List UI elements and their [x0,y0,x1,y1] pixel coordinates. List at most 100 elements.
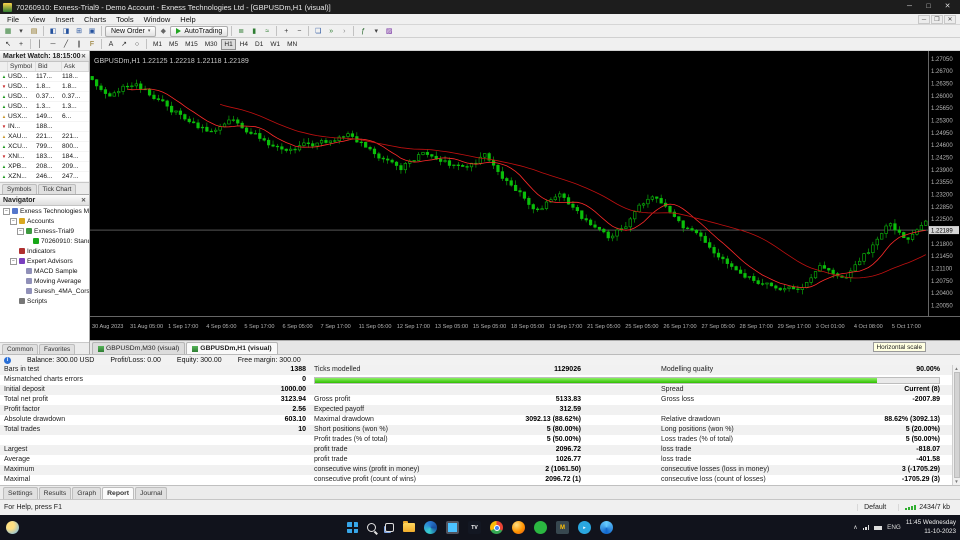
tree-expander-icon[interactable]: − [17,227,24,235]
clock[interactable]: 11:45 Wednesday 11-10-2023 [906,519,956,535]
tree-expander-icon[interactable]: − [3,207,10,215]
scroll-up-icon[interactable]: ▲ [954,366,958,371]
tab-favorites[interactable]: Favorites [38,344,76,354]
maximize-icon[interactable]: □ [919,0,938,14]
minimize-icon[interactable]: ─ [900,0,919,14]
market-watch-row[interactable]: ▲ USD... 117... 118... [0,72,89,82]
child-close-icon[interactable]: ✕ [944,14,956,24]
navigator-toggle-icon[interactable]: ⊞ [73,26,85,37]
ask-column-header[interactable]: Ask [62,62,89,71]
menu-help[interactable]: Help [175,15,200,24]
tester-tab-results[interactable]: Results [38,487,72,499]
start-icon[interactable] [347,522,358,533]
child-minimize-icon[interactable]: ─ [918,14,930,24]
templates-icon[interactable]: ▨ [383,26,395,37]
menu-charts[interactable]: Charts [79,15,111,24]
market-watch-row[interactable]: ▲ USX... 149... 6... [0,112,89,122]
auto-scroll-icon[interactable]: » [325,26,337,37]
market-watch-row[interactable]: ▲ XCU... 799... 800... [0,142,89,152]
widgets-weather-icon[interactable] [6,521,19,534]
market-watch-row[interactable]: ▲ USD... 0.37... 0.37... [0,92,89,102]
menu-insert[interactable]: Insert [50,15,79,24]
menu-tools[interactable]: Tools [111,15,139,24]
chart-tab[interactable]: GBPUSDm,H1 (visual) [186,342,278,354]
tester-tab-report[interactable]: Report [102,487,135,499]
market-watch-row[interactable]: ▲ XAU... 221... 221... [0,132,89,142]
crosshair-tool-icon[interactable]: + [15,39,27,50]
bar-chart-type-icon[interactable]: ≣ [235,26,247,37]
market-watch-row[interactable]: ▼ IN... 188... [0,122,89,132]
terminal-toggle-icon[interactable]: ▣ [86,26,98,37]
task-view-icon[interactable] [385,523,394,532]
profiles-icon[interactable]: ▤ [28,26,40,37]
tradingview-icon[interactable]: TV [468,521,481,534]
timeframe-m5[interactable]: M5 [166,39,181,50]
tray-chevron-icon[interactable]: ∧ [853,524,857,531]
indicators-list-icon[interactable]: ƒ [357,26,369,37]
tester-tab-settings[interactable]: Settings [3,487,38,499]
timeframe-h4[interactable]: H4 [237,39,251,50]
symbol-column-header[interactable]: Symbol [8,62,36,71]
mt4-icon[interactable]: M [556,521,569,534]
navigator-item[interactable]: − Exness Technologies MT4 [0,206,89,216]
search-icon[interactable] [367,523,376,532]
navigator-item[interactable]: Moving Average [0,276,89,286]
autotrading-button[interactable]: AutoTrading [170,25,229,37]
timeframe-m15[interactable]: M15 [182,39,201,50]
market-watch-row[interactable]: ▼ USD... 1.8... 1.8... [0,82,89,92]
chart-tab[interactable]: GBPUSDm,M30 (visual) [92,342,186,354]
chart-canvas[interactable]: 1.20050 1.20400 1.20750 1.21100 1.21450 1.218… [90,51,960,340]
candlestick-chart-type-icon[interactable]: ▮ [248,26,260,37]
file-explorer-icon[interactable] [403,521,415,532]
market-watch-toggle-icon[interactable]: ◧ [47,26,59,37]
price-chart[interactable]: 1.20050 1.20400 1.20750 1.21100 1.21450 1.218… [90,51,960,340]
line-chart-type-icon[interactable]: ≈ [261,26,273,37]
navigator-item[interactable]: Indicators [0,246,89,256]
report-scrollbar[interactable]: ▲ ▼ [952,365,960,485]
market-watch-row[interactable]: ▲ XZN... 246... 247... [0,172,89,182]
battery-icon[interactable] [874,525,883,530]
scroll-thumb[interactable] [953,372,960,478]
metaeditor-icon[interactable]: ◆ [157,26,169,37]
vertical-line-tool-icon[interactable]: │ [34,39,46,50]
navigator-item[interactable]: Scripts [0,296,89,306]
data-window-toggle-icon[interactable]: ◨ [60,26,72,37]
tree-expander-icon[interactable]: − [10,217,17,225]
horizontal-line-tool-icon[interactable]: ─ [47,39,59,50]
status-profile[interactable]: Default [857,504,892,511]
periods-dropdown-icon[interactable]: ▾ [370,26,382,37]
tile-windows-icon[interactable]: ❏ [312,26,324,37]
navigator-item[interactable]: − Expert Advisors [0,256,89,266]
app-window-icon[interactable] [446,521,459,534]
menu-file[interactable]: File [2,15,24,24]
timeframe-w1[interactable]: W1 [267,39,283,50]
whatsapp-icon[interactable] [534,521,547,534]
navigator-item[interactable]: Suresh_4MA_Corssv... [0,286,89,296]
navigator-item[interactable]: − Exness-Trial9 [0,226,89,236]
timeframe-h1[interactable]: H1 [221,38,236,50]
market-watch-row[interactable]: ▲ XPB... 208... 209... [0,162,89,172]
shapes-tool-icon[interactable]: ○ [131,39,143,50]
navigator-close-icon[interactable]: ✕ [81,197,86,204]
navigator-item[interactable]: 70260910: Standa... [0,236,89,246]
menu-view[interactable]: View [24,15,50,24]
chrome-icon[interactable] [490,521,503,534]
tab-tick-chart[interactable]: Tick Chart [37,184,77,194]
network-icon[interactable] [862,525,870,530]
edge-icon[interactable] [424,521,437,534]
menu-window[interactable]: Window [139,15,176,24]
channel-tool-icon[interactable]: ∥ [73,39,85,50]
new-order-button[interactable]: New Order ▾ [105,25,157,37]
tester-tab-graph[interactable]: Graph [72,487,102,499]
close-icon[interactable]: ✕ [938,0,957,14]
new-chart-icon[interactable]: ▦ [2,26,14,37]
timeframe-d1[interactable]: D1 [252,39,266,50]
zoom-in-icon[interactable]: + [280,26,292,37]
timeframe-m30[interactable]: M30 [202,39,221,50]
telegram-icon[interactable]: ▸ [578,521,591,534]
trendline-tool-icon[interactable]: ╱ [60,39,72,50]
tab-symbols[interactable]: Symbols [2,184,37,194]
navigator-item[interactable]: MACD Sample [0,266,89,276]
market-watch-close-icon[interactable]: ✕ [81,53,86,60]
firefox-icon[interactable] [512,521,525,534]
